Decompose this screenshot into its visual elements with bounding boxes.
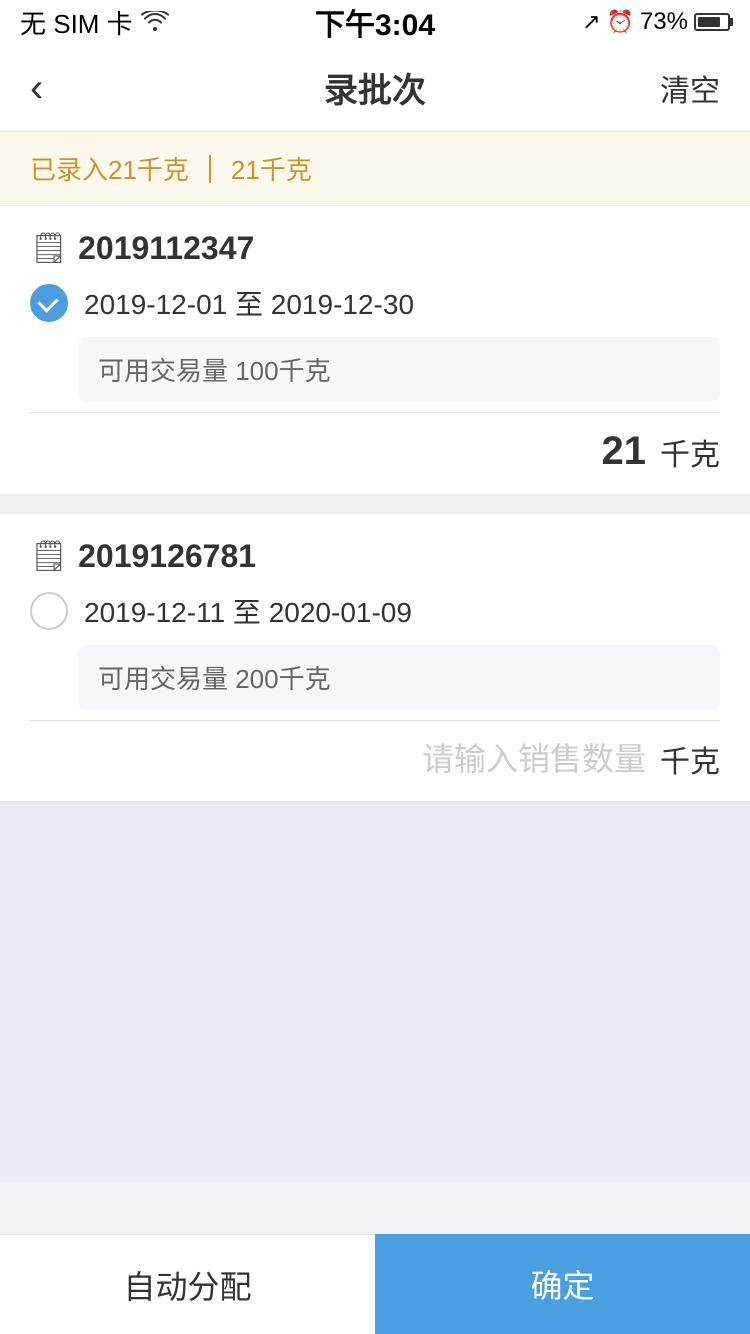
main-content: 已录入21千克 21千克 🗒 2019112347 2019-12-01 至 2…	[0, 132, 750, 1282]
batch-1-radio[interactable]	[30, 284, 68, 322]
status-right: ↗ ⏰ 73%	[582, 8, 730, 36]
batch-1-quantity-row: 21 千克	[0, 413, 750, 494]
batch-2-row[interactable]: 2019-12-11 至 2020-01-09	[0, 585, 750, 641]
recorded-quantity: 已录入21千克	[30, 150, 189, 187]
confirm-button[interactable]: 确定	[375, 1234, 750, 1334]
bottom-buttons: 自动分配 确定	[0, 1234, 750, 1334]
battery-icon	[694, 13, 730, 31]
total-quantity: 21千克	[231, 150, 312, 187]
empty-area	[0, 802, 750, 1182]
batch-2-date: 2019-12-11 至 2020-01-09	[84, 591, 412, 631]
batch-1-id: 2019112347	[78, 230, 254, 267]
batch-1-quantity-unit: 千克	[660, 430, 720, 474]
status-left: 无 SIM 卡	[20, 4, 169, 41]
info-bar: 已录入21千克 21千克	[0, 132, 750, 206]
auto-distribute-button[interactable]: 自动分配	[0, 1234, 375, 1334]
info-divider	[209, 155, 211, 183]
nav-bar: ‹ 录批次 清空	[0, 44, 750, 132]
batch-2-quantity-row: 千克	[0, 721, 750, 802]
batch-2-icon: 🗒	[30, 539, 68, 574]
batch-2-quantity-unit: 千克	[660, 737, 720, 781]
batch-2-radio[interactable]	[30, 592, 68, 630]
batch-1-date: 2019-12-01 至 2019-12-30	[84, 283, 414, 323]
batch-2-id: 2019126781	[78, 538, 256, 575]
alarm-icon: ⏰	[607, 9, 634, 35]
batch-1-quantity-value: 21	[602, 429, 647, 474]
back-button[interactable]: ‹	[30, 68, 43, 108]
batch-2-header: 🗒 2019126781	[0, 514, 750, 585]
batch-2-available: 可用交易量 200千克	[78, 645, 720, 710]
battery-label: 73%	[640, 8, 688, 36]
carrier-label: 无 SIM 卡	[20, 4, 133, 41]
section-divider	[0, 494, 750, 514]
status-bar: 无 SIM 卡 下午3:04 ↗ ⏰ 73%	[0, 0, 750, 44]
page-title: 录批次	[324, 63, 426, 112]
batch-1-header: 🗒 2019112347	[0, 206, 750, 277]
batch-item-2: 🗒 2019126781 2019-12-11 至 2020-01-09 可用交…	[0, 514, 750, 802]
wifi-icon	[141, 7, 169, 38]
batch-1-icon: 🗒	[30, 231, 68, 266]
batch-item-1: 🗒 2019112347 2019-12-01 至 2019-12-30 可用交…	[0, 206, 750, 494]
clear-button[interactable]: 清空	[660, 66, 720, 110]
location-icon: ↗	[582, 9, 600, 35]
batch-2-quantity-input[interactable]	[226, 741, 646, 778]
status-time: 下午3:04	[315, 0, 435, 44]
batch-1-row[interactable]: 2019-12-01 至 2019-12-30	[0, 277, 750, 333]
batch-1-available: 可用交易量 100千克	[78, 337, 720, 402]
